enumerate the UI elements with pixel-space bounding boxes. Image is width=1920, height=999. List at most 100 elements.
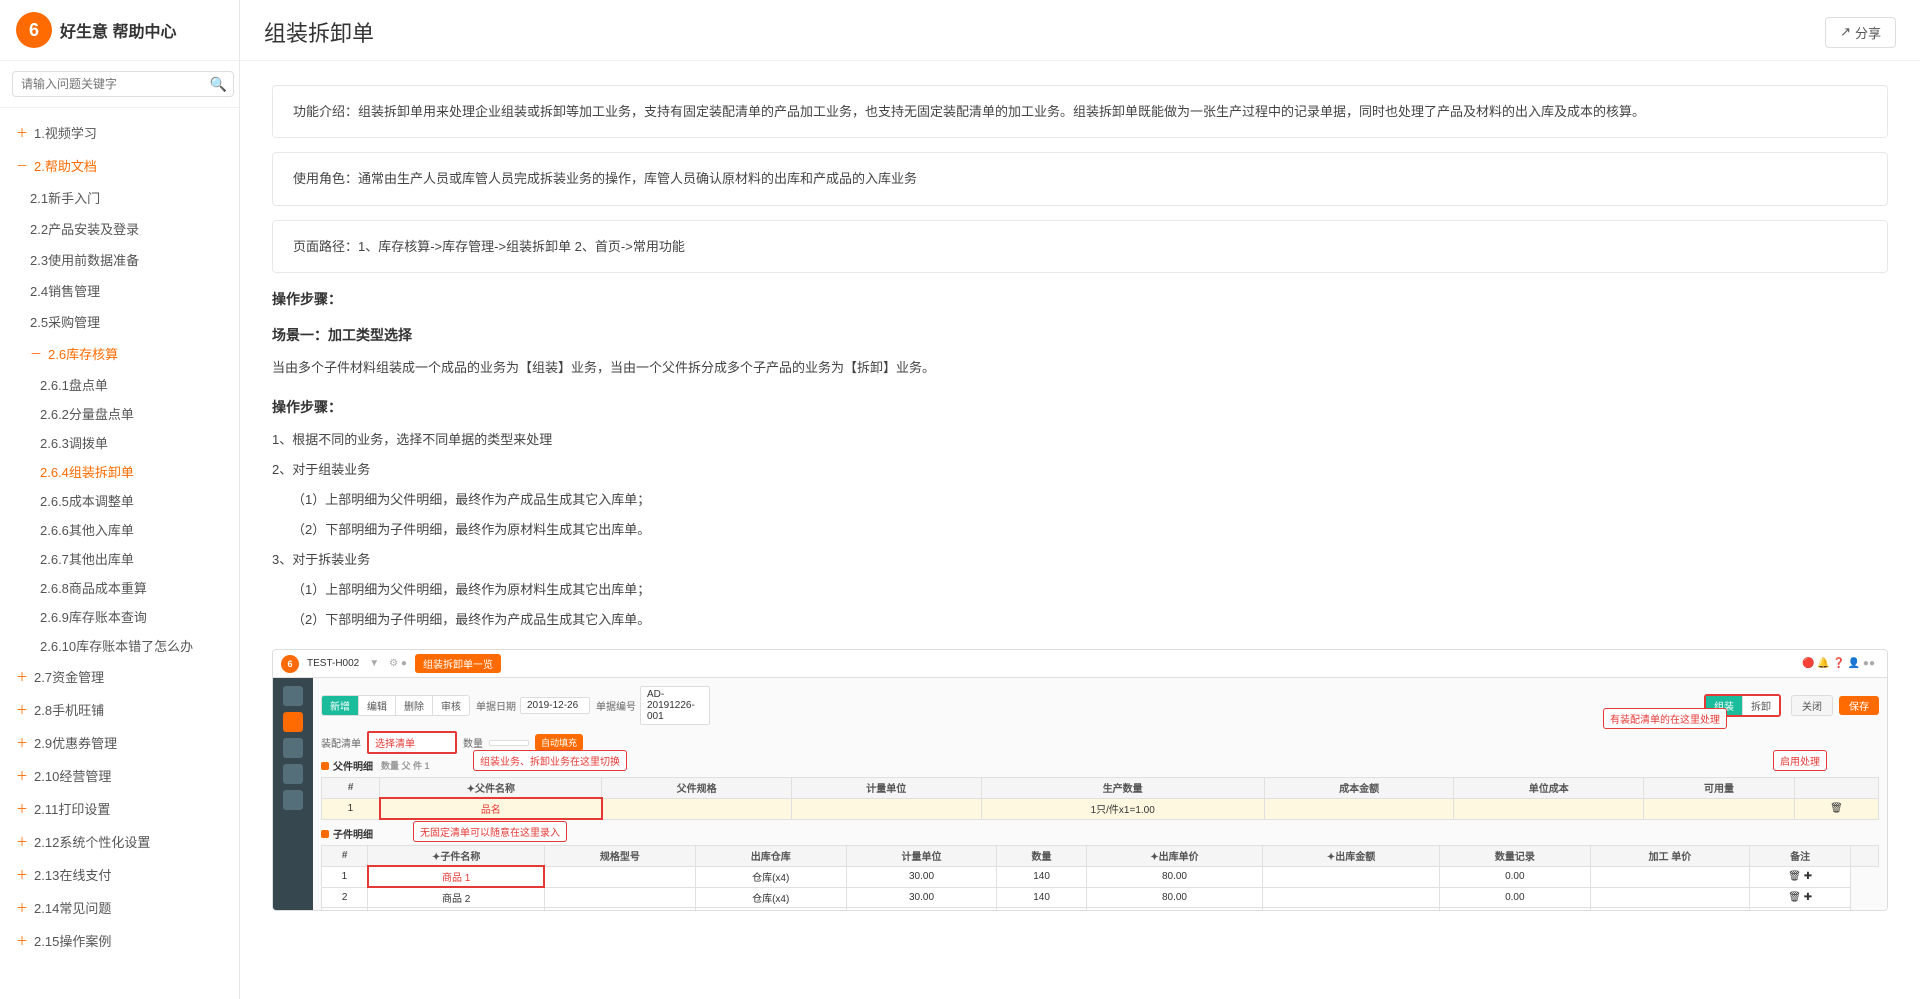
search-button[interactable]: 🔍 bbox=[210, 76, 227, 93]
sidebar-item-label: 2.9优惠券管理 bbox=[34, 733, 117, 752]
sidebar-item-label: 2.帮助文档 bbox=[34, 156, 97, 175]
sidebar-item-newbie[interactable]: 2.1新手入门 bbox=[0, 182, 239, 213]
sidebar-item-data-prep[interactable]: 2.3使用前数据准备 bbox=[0, 244, 239, 275]
sidebar-item-label: 2.14常见问题 bbox=[34, 898, 111, 917]
ops-title: 操作步骤： bbox=[272, 289, 1888, 309]
app-name: 好生意 帮助中心 bbox=[60, 18, 176, 42]
mock-seg-new[interactable]: 新增 bbox=[322, 696, 359, 715]
logo-icon: 6 bbox=[16, 12, 52, 48]
mock-bar-icons-dots: ⚙ ● bbox=[389, 658, 407, 669]
table-row: 2 商品 2 仓库(x4) 30.00 140 80.00 0.00 bbox=[322, 887, 1879, 908]
annotation-2: 组装业务、拆卸业务在这里切换 bbox=[473, 750, 627, 771]
plus-icon-2: ＋ bbox=[16, 668, 28, 685]
mock-top-bar: 6 TEST-H002 ▼ ⚙ ● 组装拆卸单一览 🔴 🔔 ❓ 👤 ●● bbox=[273, 650, 1887, 678]
mock-date-input[interactable]: 2019-12-26 bbox=[520, 697, 590, 714]
mock-qty-input[interactable] bbox=[489, 740, 529, 746]
share-button[interactable]: ↗ 分享 bbox=[1825, 17, 1896, 48]
mock-dot2 bbox=[321, 830, 329, 838]
sidebar-item-label: 2.12系统个性化设置 bbox=[34, 832, 150, 851]
sidebar-item-install[interactable]: 2.2产品安装及登录 bbox=[0, 213, 239, 244]
plus-icon-9: ＋ bbox=[16, 899, 28, 916]
sidebar-item-manage[interactable]: ＋ 2.10经营管理 bbox=[0, 759, 239, 792]
mock-save-btn[interactable]: 保存 bbox=[1839, 696, 1879, 715]
sidebar-item-custom[interactable]: ＋ 2.12系统个性化设置 bbox=[0, 825, 239, 858]
table-row: 1 品名 1只/件x1=1.00 bbox=[322, 798, 1879, 819]
screenshot-inner: 6 TEST-H002 ▼ ⚙ ● 组装拆卸单一览 🔴 🔔 ❓ 👤 ●● bbox=[273, 650, 1887, 910]
mock-app: 6 TEST-H002 ▼ ⚙ ● 组装拆卸单一览 🔴 🔔 ❓ 👤 ●● bbox=[273, 650, 1887, 910]
mock-fill-btn[interactable]: 自动填充 bbox=[535, 734, 583, 751]
sidebar-item-video[interactable]: ＋ 1.视频学习 bbox=[0, 116, 239, 149]
sidebar-item-label: 2.15操作案例 bbox=[34, 931, 111, 950]
mock-bar-test: TEST-H002 bbox=[307, 658, 359, 669]
mock-nav-5 bbox=[283, 790, 303, 810]
sidebar-item-label: 2.10经营管理 bbox=[34, 766, 111, 785]
mock-left-nav bbox=[273, 678, 313, 910]
mock-form-area: 新增 编辑 删除 审核 单据日期 2019-12-26 bbox=[313, 678, 1887, 910]
sidebar-item-2-6-9[interactable]: 2.6.9库存账本查询 bbox=[0, 602, 239, 631]
mock-seg-audit[interactable]: 审核 bbox=[433, 696, 469, 715]
sidebar-item-label: 2.6库存核算 bbox=[48, 344, 118, 363]
sidebar-nav: ＋ 1.视频学习 － 2.帮助文档 2.1新手入门 2.2产品安装及登录 2.3… bbox=[0, 108, 239, 999]
share-label: 分享 bbox=[1855, 23, 1881, 42]
sidebar: 6 好生意 帮助中心 🔍 ＋ 1.视频学习 － 2.帮助文档 2.1新手入门 2… bbox=[0, 0, 240, 999]
search-input[interactable] bbox=[12, 71, 234, 97]
share-icon: ↗ bbox=[1840, 24, 1851, 40]
sidebar-item-faq[interactable]: ＋ 2.14常见问题 bbox=[0, 891, 239, 924]
sidebar-item-2-6-5[interactable]: 2.6.5成本调整单 bbox=[0, 486, 239, 515]
sidebar-item-label: 1.视频学习 bbox=[34, 123, 97, 142]
mock-bar-btn[interactable]: 组装拆卸单一览 bbox=[415, 654, 501, 673]
plus-icon-4: ＋ bbox=[16, 734, 28, 751]
sidebar-item-2-6-8[interactable]: 2.6.8商品成本重算 bbox=[0, 573, 239, 602]
sidebar-item-mobile[interactable]: ＋ 2.8手机旺铺 bbox=[0, 693, 239, 726]
logo-area: 6 好生意 帮助中心 bbox=[0, 0, 239, 61]
screenshot-container: 6 TEST-H002 ▼ ⚙ ● 组装拆卸单一览 🔴 🔔 ❓ 👤 ●● bbox=[272, 649, 1888, 911]
mock-seg-edit[interactable]: 编辑 bbox=[359, 696, 396, 715]
content-area: 功能介绍：组装拆卸单用来处理企业组装或拆卸等加工业务，支持有固定装配清单的产品加… bbox=[240, 61, 1920, 999]
mock-close-btn[interactable]: 关闭 bbox=[1791, 695, 1833, 716]
path-text: 页面路径：1、库存核算->库存管理->组装拆卸单 2、首页->常用功能 bbox=[293, 239, 685, 254]
sidebar-item-pay[interactable]: ＋ 2.13在线支付 bbox=[0, 858, 239, 891]
sidebar-item-label: 2.7资金管理 bbox=[34, 667, 104, 686]
mock-date-label: 单据日期 bbox=[476, 698, 516, 713]
sidebar-item-2-6-6[interactable]: 2.6.6其他入库单 bbox=[0, 515, 239, 544]
sidebar-item-2-6-3[interactable]: 2.6.3调拨单 bbox=[0, 428, 239, 457]
mock-logo: 6 bbox=[281, 655, 299, 673]
mock-field-date: 单据日期 2019-12-26 bbox=[476, 697, 590, 714]
sidebar-item-label: 2.11打印设置 bbox=[34, 799, 110, 818]
intro-text: 功能介绍：组装拆卸单用来处理企业组装或拆卸等加工业务，支持有固定装配清单的产品加… bbox=[293, 104, 1645, 119]
plus-icon-8: ＋ bbox=[16, 866, 28, 883]
sidebar-item-coupon[interactable]: ＋ 2.9优惠券管理 bbox=[0, 726, 239, 759]
mock-lower-table: # ✦子件名称 规格型号 出库仓库 计量单位 数量 ✦出库单价 ✦出库金额 数量 bbox=[321, 845, 1879, 910]
mock-bom-select[interactable]: 选择清单 bbox=[367, 731, 457, 754]
sidebar-item-purchase[interactable]: 2.5采购管理 bbox=[0, 306, 239, 337]
table-row: 3 bbox=[322, 908, 1879, 911]
main-header: 组装拆卸单 ↗ 分享 bbox=[240, 0, 1920, 61]
sidebar-item-finance[interactable]: ＋ 2.7资金管理 bbox=[0, 660, 239, 693]
mock-dot bbox=[321, 762, 329, 770]
sidebar-item-cases[interactable]: ＋ 2.15操作案例 bbox=[0, 924, 239, 957]
annotation-3: 启用处理 bbox=[1773, 750, 1827, 771]
sidebar-item-print[interactable]: ＋ 2.11打印设置 bbox=[0, 792, 239, 825]
sidebar-item-2-6-10[interactable]: 2.6.10库存账本错了怎么办 bbox=[0, 631, 239, 660]
mock-no-input[interactable]: AD-20191226-001 bbox=[640, 686, 710, 725]
step-title: 操作步骤： bbox=[272, 397, 1888, 417]
mock-seg-delete[interactable]: 删除 bbox=[396, 696, 433, 715]
sidebar-item-label: 2.8手机旺铺 bbox=[34, 700, 104, 719]
mock-qty-label: 数量 bbox=[463, 735, 483, 750]
sidebar-item-2-6-1[interactable]: 2.6.1盘点单 bbox=[0, 370, 239, 399]
mock-main-content: 新增 编辑 删除 审核 单据日期 2019-12-26 bbox=[273, 678, 1887, 910]
sidebar-item-docs[interactable]: － 2.帮助文档 bbox=[0, 149, 239, 182]
plus-icon-3: ＋ bbox=[16, 701, 28, 718]
plus-icon-10: ＋ bbox=[16, 932, 28, 949]
sidebar-item-inventory[interactable]: － 2.6库存核算 bbox=[0, 337, 239, 370]
sidebar-item-2-6-4[interactable]: 2.6.4组装拆卸单 bbox=[0, 457, 239, 486]
sidebar-item-2-6-2[interactable]: 2.6.2分量盘点单 bbox=[0, 399, 239, 428]
mock-bom-label: 装配清单 bbox=[321, 735, 361, 750]
intro-block: 功能介绍：组装拆卸单用来处理企业组装或拆卸等加工业务，支持有固定装配清单的产品加… bbox=[272, 85, 1888, 138]
annotation-1: 有装配清单的在这里处理 bbox=[1603, 708, 1727, 729]
sidebar-item-2-6-7[interactable]: 2.6.7其他出库单 bbox=[0, 544, 239, 573]
sidebar-item-label: 2.13在线支付 bbox=[34, 865, 111, 884]
mock-seg-type: 新增 编辑 删除 审核 bbox=[321, 695, 470, 716]
mock-disassembly-item[interactable]: 拆卸 bbox=[1743, 696, 1779, 715]
sidebar-item-sales[interactable]: 2.4销售管理 bbox=[0, 275, 239, 306]
